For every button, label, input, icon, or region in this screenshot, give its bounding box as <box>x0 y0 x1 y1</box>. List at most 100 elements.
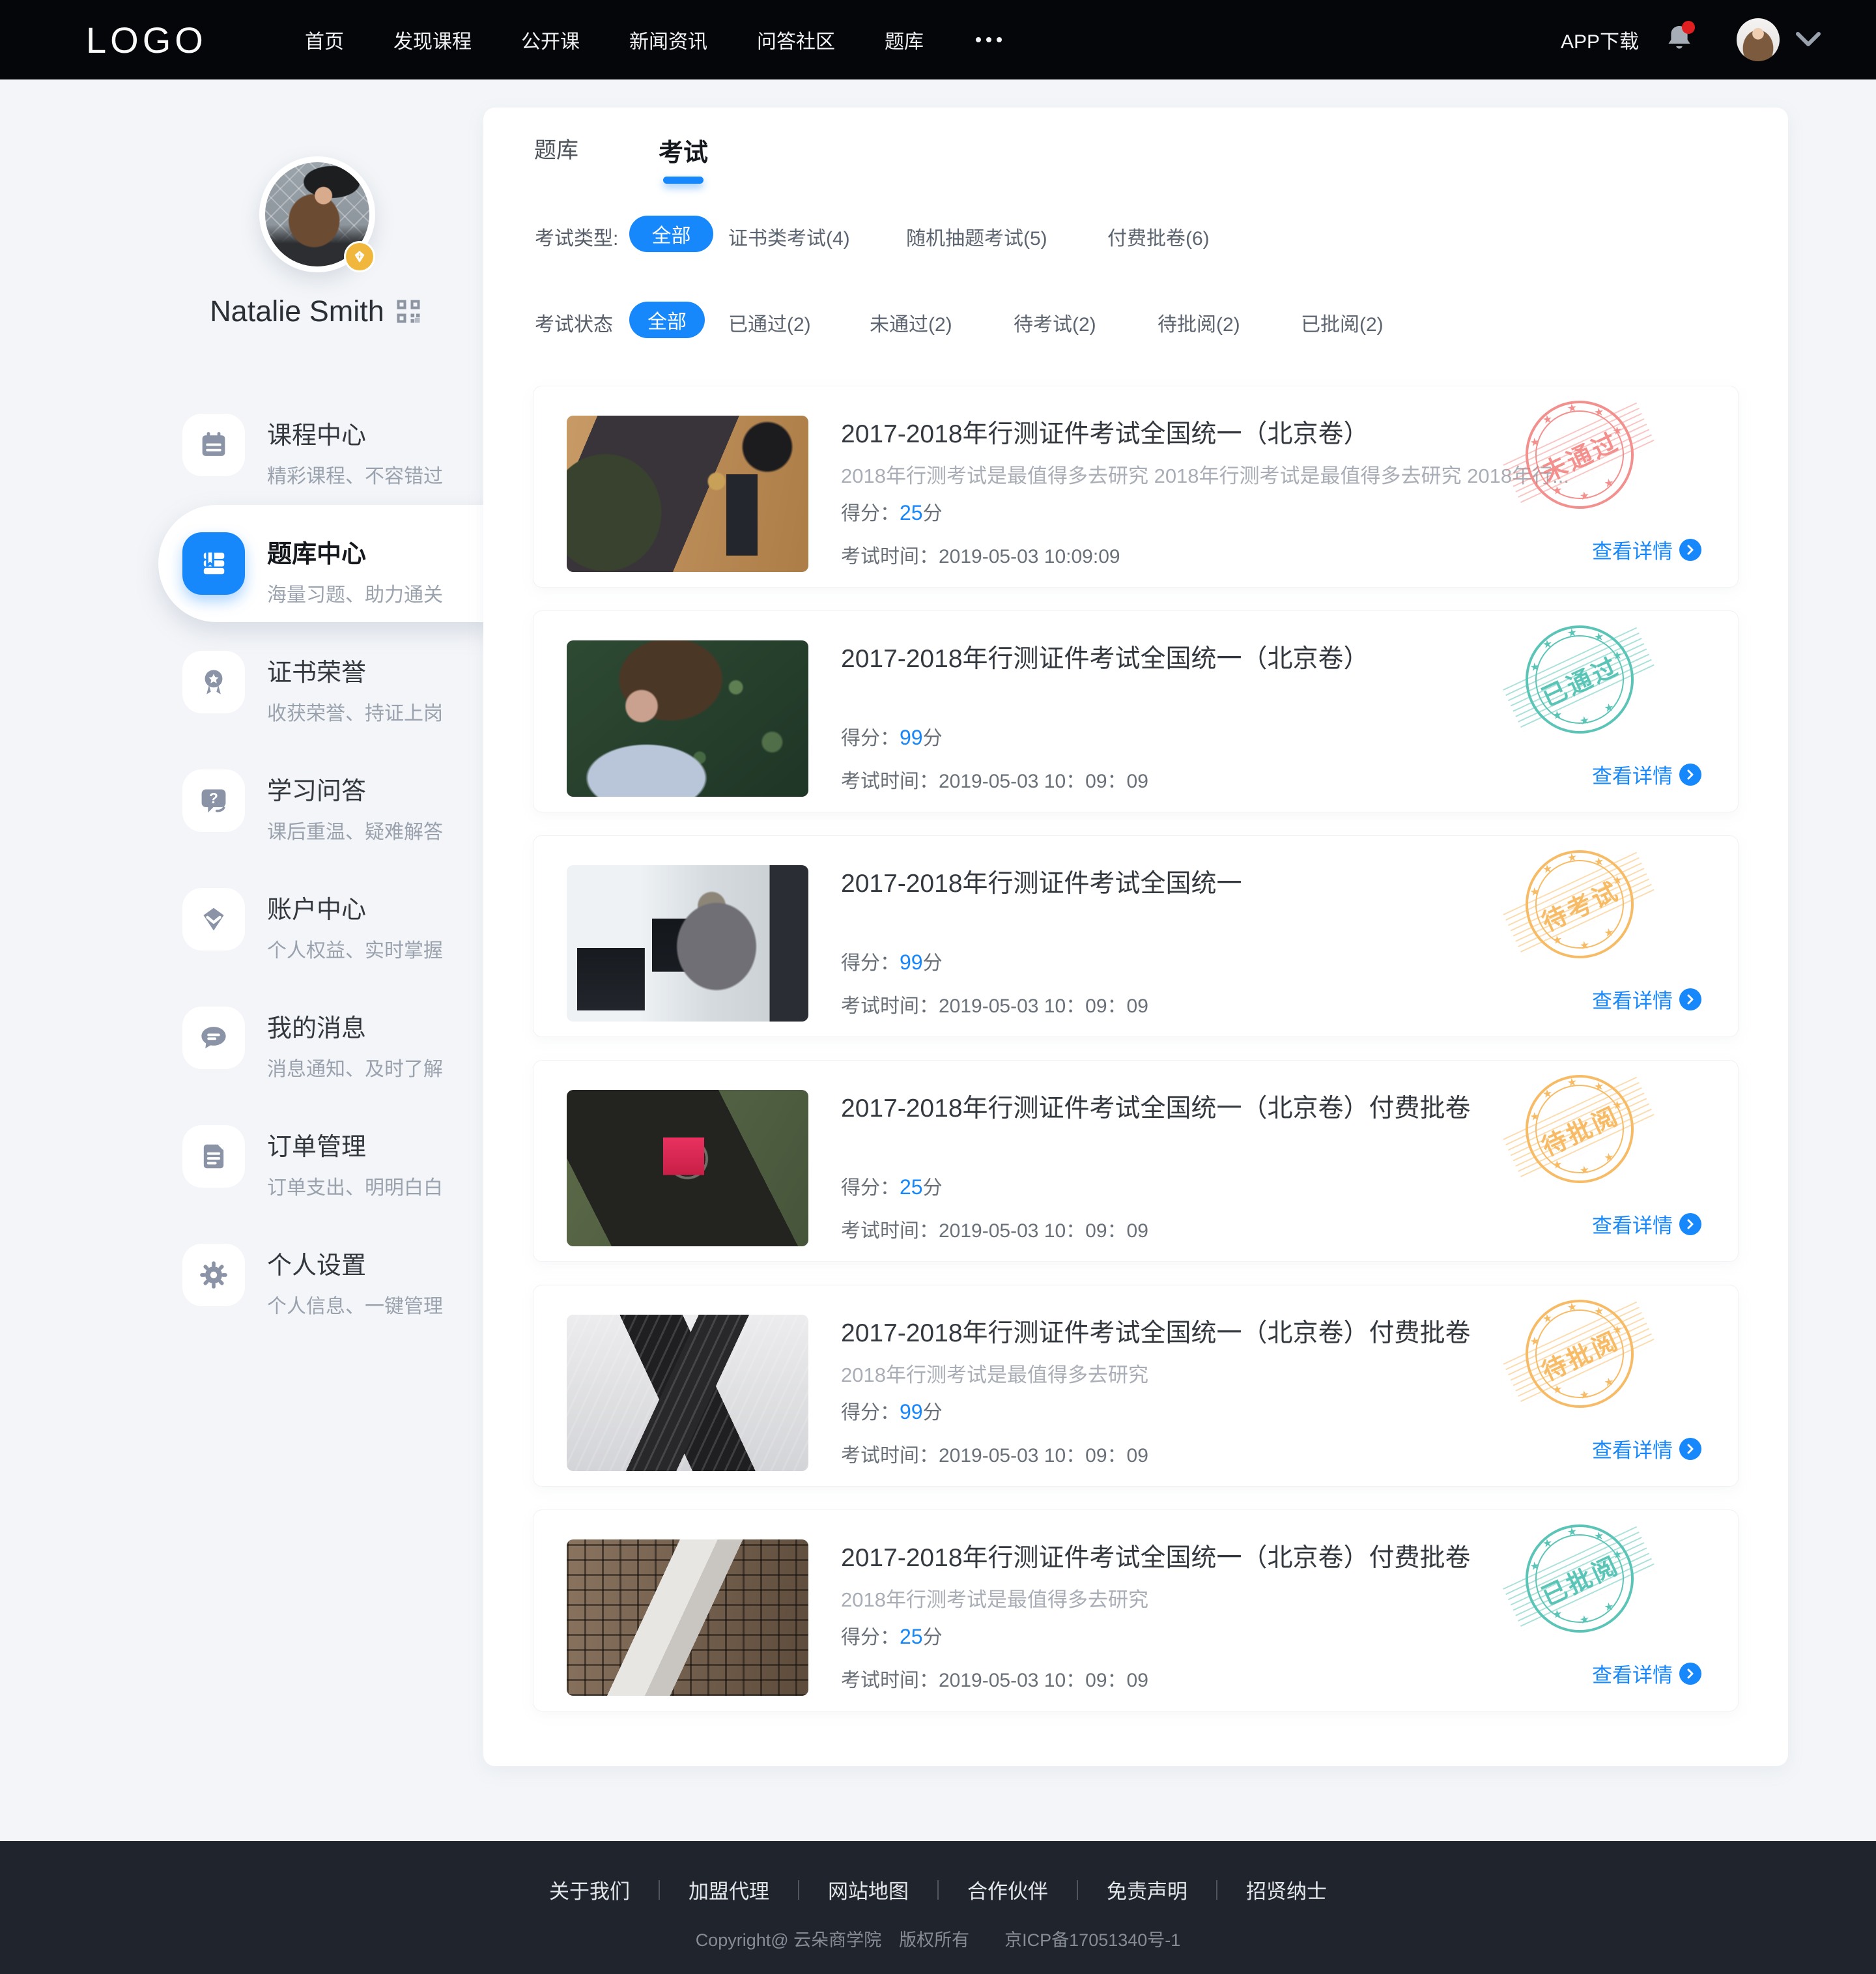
status-stamp-text: 已通过 <box>1537 652 1624 712</box>
view-detail-link[interactable]: 查看详情 <box>1592 760 1701 789</box>
exam-type-label: 考试类型: <box>535 228 619 250</box>
exam-title: 2017-2018年行测证件考试全国统一（北京卷）付费批卷 <box>841 1544 1471 1572</box>
exam-score: 25 <box>900 1175 923 1199</box>
nav-item-home[interactable]: 首页 <box>305 25 344 54</box>
sidebar-item-question-bank-center[interactable]: 题库中心 海量习题、助力通关 <box>182 532 489 606</box>
exam-score: 99 <box>900 951 923 974</box>
footer-link-careers[interactable]: 招贤纳士 <box>1217 1875 1356 1904</box>
tab-exam[interactable]: 考试 <box>659 132 708 168</box>
sidebar-item-subtitle: 海量习题、助力通关 <box>267 584 443 606</box>
exam-time-row: 考试时间：2019-05-03 10：09：09 <box>841 1670 1148 1691</box>
sidebar-item-course-center[interactable]: 课程中心 精彩课程、不容错过 <box>182 414 489 487</box>
screen: LOGO 首页 发现课程 公开课 新闻资讯 问答社区 题库 APP下载 Nata… <box>0 0 1876 1974</box>
status-stamp: ★★★★★★★★ 已批阅 <box>1503 1516 1656 1641</box>
sidebar-item-title: 课程中心 <box>267 422 367 450</box>
exam-type-option-certificate[interactable]: 证书类考试(4) <box>728 222 850 251</box>
footer-link-disclaimer[interactable]: 免责声明 <box>1078 1875 1216 1904</box>
exam-status-option-reviewed[interactable]: 已批阅(2) <box>1301 308 1384 337</box>
exam-thumbnail <box>567 1315 808 1471</box>
exam-title: 2017-2018年行测证件考试全国统一（北京卷） <box>841 645 1369 673</box>
exam-title: 2017-2018年行测证件考试全国统一（北京卷）付费批卷 <box>841 1319 1471 1347</box>
exam-card: 2017-2018年行测证件考试全国统一 得分：99分 考试时间：2019-05… <box>533 835 1739 1037</box>
sidebar-item-title: 个人设置 <box>267 1252 367 1280</box>
view-detail-link[interactable]: 查看详情 <box>1592 984 1701 1014</box>
sidebar-item-learning-qa[interactable]: ? 学习问答 课后重温、疑难解答 <box>182 769 489 843</box>
nav-item-qa-community[interactable]: 问答社区 <box>757 25 835 54</box>
exam-status-option-passed[interactable]: 已通过(2) <box>728 308 811 337</box>
sidebar-item-certificates[interactable]: 证书荣誉 收获荣誉、持证上岗 <box>182 651 489 724</box>
notification-badge <box>1682 21 1695 34</box>
books-icon <box>182 532 245 595</box>
view-detail-link[interactable]: 查看详情 <box>1592 1209 1701 1238</box>
nav-item-open-class[interactable]: 公开课 <box>521 25 580 54</box>
exam-score: 99 <box>900 1400 923 1423</box>
view-detail-link[interactable]: 查看详情 <box>1592 535 1701 564</box>
gem-icon <box>182 888 245 951</box>
nav-item-question-bank[interactable]: 题库 <box>885 25 924 54</box>
gear-icon <box>182 1244 245 1306</box>
copyright-text: Copyright@ 云朵商学院 版权所有 京ICP备17051340号-1 <box>695 1930 1181 1950</box>
status-stamp-text: 待考试 <box>1537 877 1624 937</box>
exam-thumbnail <box>567 865 808 1022</box>
main-nav: 首页 发现课程 公开课 新闻资讯 问答社区 题库 <box>305 0 1004 79</box>
exam-type-option-random[interactable]: 随机抽题考试(5) <box>906 222 1047 251</box>
footer-link-about-us[interactable]: 关于我们 <box>520 1875 659 1904</box>
calendar-icon <box>182 414 245 476</box>
sidebar-item-my-messages[interactable]: 我的消息 消息通知、及时了解 <box>182 1007 489 1080</box>
exam-card: 2017-2018年行测证件考试全国统一（北京卷） 2018年行测考试是最值得多… <box>533 386 1739 588</box>
qr-code-icon[interactable] <box>395 298 422 325</box>
exam-status-option-failed[interactable]: 未通过(2) <box>870 308 952 337</box>
footer-link-agency[interactable]: 加盟代理 <box>660 1875 798 1904</box>
exam-type-option-all[interactable]: 全部 <box>629 216 713 252</box>
nav-item-news[interactable]: 新闻资讯 <box>629 25 707 54</box>
exam-description: 2018年行测考试是最值得多去研究 <box>841 1588 1148 1611</box>
exam-score-row: 得分：25分 <box>841 1175 943 1199</box>
exam-status-option-upcoming[interactable]: 待考试(2) <box>1014 308 1096 337</box>
sidebar-item-personal-settings[interactable]: 个人设置 个人信息、一键管理 <box>182 1244 489 1317</box>
more-menu-icon[interactable] <box>973 31 1004 49</box>
view-detail-link[interactable]: 查看详情 <box>1592 1659 1701 1688</box>
notification-bell-icon[interactable] <box>1662 21 1696 57</box>
user-avatar[interactable] <box>1737 18 1780 61</box>
sidebar-item-order-management[interactable]: 订单管理 订单支出、明明白白 <box>182 1125 489 1199</box>
chevron-down-icon[interactable] <box>1795 31 1821 51</box>
sidebar-item-account-center[interactable]: 账户中心 个人权益、实时掌握 <box>182 888 489 962</box>
status-stamp: ★★★★★★★★ 待批阅 <box>1503 1066 1656 1192</box>
top-nav-bar: LOGO 首页 发现课程 公开课 新闻资讯 问答社区 题库 APP下载 <box>0 0 1876 79</box>
footer-link-sitemap[interactable]: 网站地图 <box>799 1875 937 1904</box>
sidebar-item-subtitle: 消息通知、及时了解 <box>267 1059 443 1080</box>
sidebar-item-subtitle: 订单支出、明明白白 <box>267 1177 443 1199</box>
status-stamp: ★★★★★★★★ 未通过 <box>1503 392 1656 517</box>
app-download-link[interactable]: APP下载 <box>1561 0 1639 79</box>
exam-score-row: 得分：25分 <box>841 501 943 524</box>
exam-title: 2017-2018年行测证件考试全国统一（北京卷）付费批卷 <box>841 1094 1471 1123</box>
exam-thumbnail <box>567 1090 808 1246</box>
exam-status-option-pending-review[interactable]: 待批阅(2) <box>1158 308 1240 337</box>
exam-time: 2019-05-03 10:09:09 <box>939 546 1120 567</box>
exam-type-option-paid-grading[interactable]: 付费批卷(6) <box>1107 222 1210 251</box>
status-stamp-text: 待批阅 <box>1537 1102 1624 1162</box>
exam-time-row: 考试时间：2019-05-03 10：09：09 <box>841 1220 1148 1242</box>
sidebar-item-subtitle: 精彩课程、不容错过 <box>267 466 443 487</box>
profile-name-row: Natalie Smith <box>121 294 511 328</box>
chevron-right-circle-icon <box>1679 1662 1701 1685</box>
exam-score: 99 <box>900 726 923 749</box>
footer: 关于我们 加盟代理 网站地图 合作伙伴 免责声明 招贤纳士 Copyright@… <box>0 1841 1876 1974</box>
sidebar-item-title: 题库中心 <box>267 541 367 568</box>
user-name: Natalie Smith <box>210 294 384 328</box>
exam-time-row: 考试时间：2019-05-03 10：09：09 <box>841 771 1148 792</box>
view-detail-link[interactable]: 查看详情 <box>1592 1434 1701 1463</box>
sidebar-item-title: 账户中心 <box>267 896 367 924</box>
nav-item-discover-courses[interactable]: 发现课程 <box>393 25 472 54</box>
footer-links: 关于我们 加盟代理 网站地图 合作伙伴 免责声明 招贤纳士 <box>0 1875 1876 1904</box>
chevron-right-circle-icon <box>1679 1437 1701 1460</box>
tab-question-bank[interactable]: 题库 <box>534 132 578 164</box>
exam-status-option-all[interactable]: 全部 <box>629 302 705 338</box>
exam-time: 2019-05-03 10：09：09 <box>939 1670 1148 1691</box>
exam-panel: 题库 考试 考试类型: 全部 证书类考试(4) 随机抽题考试(5) 付费批卷(6… <box>483 107 1788 1766</box>
exam-type-filter-row: 考试类型: 全部 证书类考试(4) 随机抽题考试(5) 付费批卷(6) <box>483 216 1788 252</box>
status-stamp-text: 未通过 <box>1537 427 1624 487</box>
exam-card: 2017-2018年行测证件考试全国统一（北京卷） 得分：99分 考试时间：20… <box>533 610 1739 812</box>
footer-link-partners[interactable]: 合作伙伴 <box>939 1875 1077 1904</box>
chevron-right-circle-icon <box>1679 1212 1701 1235</box>
